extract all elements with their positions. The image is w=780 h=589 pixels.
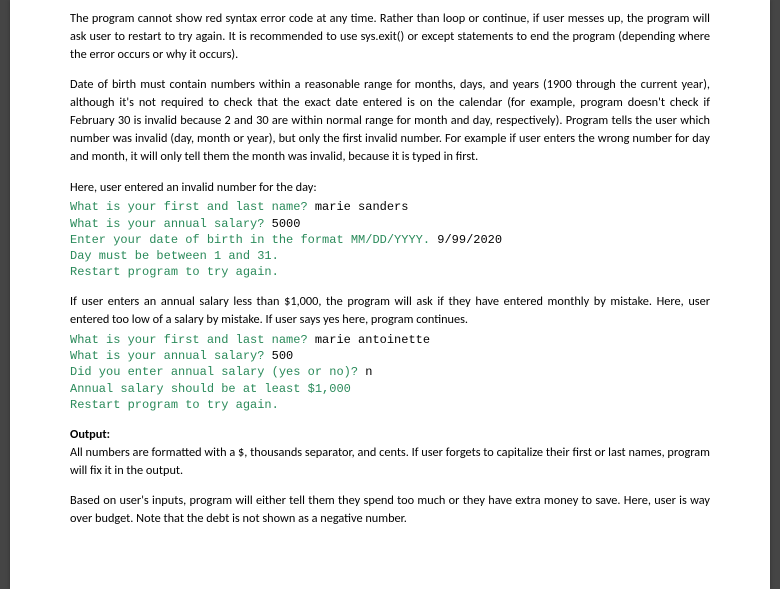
document-page: The program cannot show red syntax error… bbox=[10, 0, 770, 589]
code-user-input: n bbox=[365, 365, 372, 379]
output-section: Output: All numbers are formatted with a … bbox=[70, 426, 710, 479]
paragraph-budget: Based on user's inputs, program will eit… bbox=[70, 492, 710, 528]
code-prompt: Day must be between 1 and 31. bbox=[70, 249, 279, 263]
paragraph-output-format: All numbers are formatted with a $, thou… bbox=[70, 445, 710, 478]
code-user-input: marie sanders bbox=[315, 200, 409, 214]
code-prompt: Did you enter annual salary (yes or no)? bbox=[70, 365, 365, 379]
code-prompt: Enter your date of birth in the format M… bbox=[70, 233, 437, 247]
paragraph-invalid-day-intro: Here, user entered an invalid number for… bbox=[70, 179, 710, 197]
code-user-input: 500 bbox=[272, 349, 294, 363]
code-prompt: Annual salary should be at least $1,000 bbox=[70, 382, 351, 396]
paragraph-syntax-error: The program cannot show red syntax error… bbox=[70, 10, 710, 63]
paragraph-date-of-birth: Date of birth must contain numbers withi… bbox=[70, 76, 710, 165]
code-user-input: marie antoinette bbox=[315, 333, 430, 347]
code-prompt: What is your annual salary? bbox=[70, 217, 272, 231]
output-heading: Output: bbox=[70, 427, 110, 442]
code-example-low-salary: What is your first and last name? marie … bbox=[70, 332, 710, 413]
paragraph-low-salary: If user enters an annual salary less tha… bbox=[70, 293, 710, 329]
code-prompt: What is your annual salary? bbox=[70, 349, 272, 363]
code-user-input: 5000 bbox=[272, 217, 301, 231]
code-user-input: 9/99/2020 bbox=[437, 233, 502, 247]
code-prompt: Restart program to try again. bbox=[70, 265, 279, 279]
code-prompt: What is your first and last name? bbox=[70, 200, 315, 214]
code-prompt: What is your first and last name? bbox=[70, 333, 315, 347]
code-example-invalid-day: What is your first and last name? marie … bbox=[70, 199, 710, 280]
code-prompt: Restart program to try again. bbox=[70, 398, 279, 412]
